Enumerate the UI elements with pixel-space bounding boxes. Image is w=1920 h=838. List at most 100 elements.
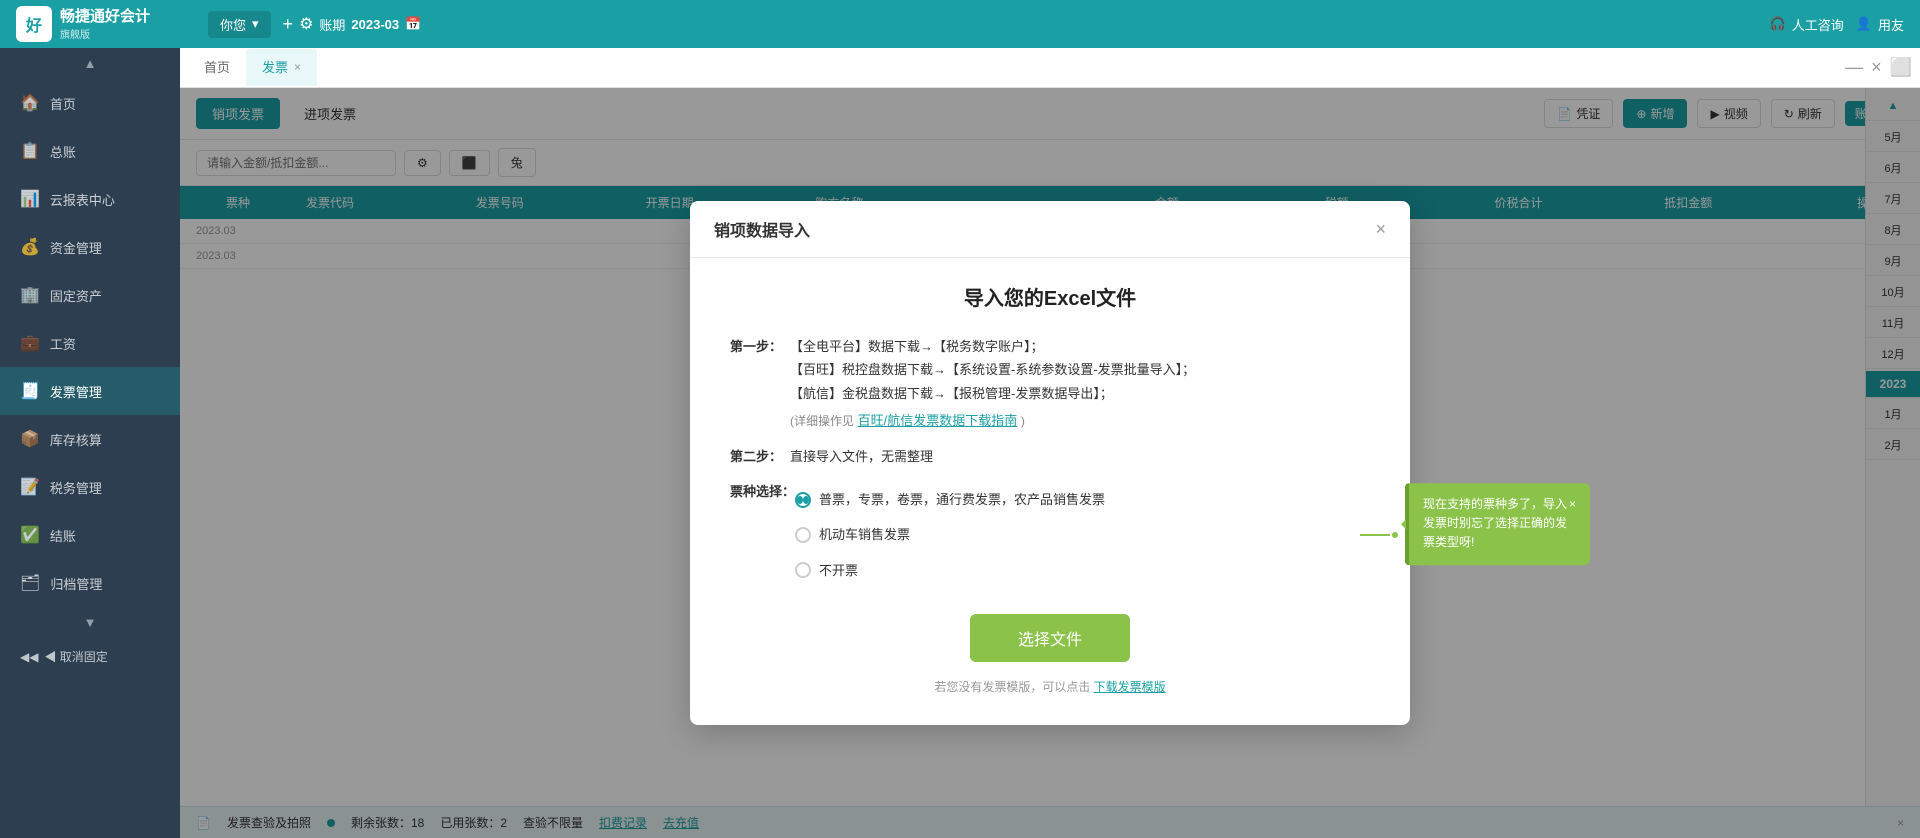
period-label: 账期 xyxy=(319,15,345,34)
radio-circle-1 xyxy=(795,492,811,508)
tab-home[interactable]: 首页 xyxy=(188,49,246,86)
sidebar-item-fund[interactable]: 💰 资金管理 xyxy=(0,223,180,271)
app-name: 畅捷通好会计 xyxy=(60,8,150,26)
radio-circle-3 xyxy=(795,562,811,578)
sidebar-item-inventory[interactable]: 📦 库存核算 xyxy=(0,415,180,463)
sidebar-label-tax: 税务管理 xyxy=(50,478,102,497)
radio-option-2[interactable]: 机动车销售发票 xyxy=(795,523,1370,546)
tab-invoice-label: 发票 xyxy=(262,57,288,76)
plus-icon[interactable]: + xyxy=(283,14,294,35)
period-value: 2023-03 xyxy=(351,17,399,32)
radio-group: 普票，专票，卷票，通行费发票，农产品销售发票 机动车销售发票 xyxy=(795,488,1370,582)
content-area: 首页 发票 × — × ⬜ 销项发票 进项发票 xyxy=(180,48,1920,838)
step2-row: 第二步： 直接导入文件，无需整理 xyxy=(730,445,1370,468)
radio-option-3[interactable]: 不开票 xyxy=(795,559,1370,582)
radio-label-3: 不开票 xyxy=(819,559,858,582)
window-maximize-icon[interactable]: ⬜ xyxy=(1890,57,1912,78)
download-template-link[interactable]: 下载发票模版 xyxy=(1094,680,1166,694)
dialog-close-btn[interactable]: × xyxy=(1375,220,1386,238)
radio-label-2: 机动车销售发票 xyxy=(819,523,910,546)
cancel-fixed-label: ◀ 取消固定 xyxy=(44,648,107,665)
logo-icon: 好 xyxy=(16,6,52,42)
window-close-icon[interactable]: × xyxy=(1871,57,1882,78)
step1-line3: 【航信】金税盘数据下载→【报税管理-发票数据导出】； xyxy=(790,382,1370,405)
tooltip-dot xyxy=(1390,530,1400,540)
sidebar-label-checkout: 结账 xyxy=(50,526,76,545)
tab-invoice[interactable]: 发票 × xyxy=(246,49,317,86)
logo-text-area: 畅捷通好会计 旗舰版 xyxy=(60,8,150,41)
sidebar-item-home[interactable]: 🏠 首页 xyxy=(0,79,180,127)
dialog-header: 销项数据导入 × xyxy=(690,201,1410,258)
footer-note-text: 若您没有发票模版，可以点击 xyxy=(934,680,1090,694)
step2-label: 第二步： xyxy=(730,445,790,468)
step1-label: 第一步： xyxy=(730,335,790,433)
radio-label-1: 普票，专票，卷票，通行费发票，农产品销售发票 xyxy=(819,488,1105,511)
user-label: 用友 xyxy=(1878,15,1904,34)
sidebar-item-invoice[interactable]: 🧾 发票管理 xyxy=(0,367,180,415)
user-area[interactable]: 👤 用友 xyxy=(1856,15,1904,34)
cancel-fixed-btn[interactable]: ◀◀ ◀ 取消固定 xyxy=(0,638,180,675)
sidebar-item-tax[interactable]: 📝 税务管理 xyxy=(0,463,180,511)
dialog-title: 销项数据导入 xyxy=(714,217,810,241)
ledger-icon: 📋 xyxy=(20,141,40,161)
step1-line2: 【百旺】税控盘数据下载→【系统设置-系统参数设置-发票批量导入】； xyxy=(790,358,1370,381)
dropdown-arrow-icon: ▾ xyxy=(252,16,259,32)
tooltip-bubble: × 现在支持的票种多了，导入发票时别忘了选择正确的发票类型呀! xyxy=(1405,483,1590,565)
radio-option-1[interactable]: 普票，专票，卷票，通行费发票，农产品销售发票 xyxy=(795,488,1370,511)
sidebar-label-home: 首页 xyxy=(50,94,76,113)
account-dropdown[interactable]: 你您 ▾ xyxy=(208,11,271,38)
sidebar-label-archive: 归档管理 xyxy=(50,574,102,593)
logo-area: 好 畅捷通好会计 旗舰版 xyxy=(16,6,196,42)
sidebar-item-fixed-assets[interactable]: 🏢 固定资产 xyxy=(0,271,180,319)
tab-invoice-close-icon[interactable]: × xyxy=(294,60,301,74)
user-icon: 👤 xyxy=(1856,16,1872,32)
sidebar-label-inventory: 库存核算 xyxy=(50,430,102,449)
salary-icon: 💼 xyxy=(20,333,40,353)
sidebar-label-invoice: 发票管理 xyxy=(50,382,102,401)
main-layout: ▲ 🏠 首页 📋 总账 📊 云报表中心 💰 资金管理 🏢 固定资产 💼 工资 🧾… xyxy=(0,48,1920,838)
archive-icon: 🗂 xyxy=(20,573,40,593)
top-right-area: 🎧 人工咨询 👤 用友 xyxy=(1770,15,1904,34)
sidebar-label-salary: 工资 xyxy=(50,334,76,353)
step1-note: (详细操作见 百旺/航信发票数据下载指南 ) xyxy=(790,409,1370,433)
sidebar-item-cloud-report[interactable]: 📊 云报表中心 xyxy=(0,175,180,223)
radio-circle-2 xyxy=(795,527,811,543)
ticket-label: 票种选择： xyxy=(730,480,795,503)
sidebar-item-archive[interactable]: 🗂 归档管理 xyxy=(0,559,180,607)
sidebar: ▲ 🏠 首页 📋 总账 📊 云报表中心 💰 资金管理 🏢 固定资产 💼 工资 🧾… xyxy=(0,48,180,838)
import-dialog: 销项数据导入 × 导入您的Excel文件 第一步： 【全电平台】数据下载→【税务… xyxy=(690,201,1410,725)
assets-icon: 🏢 xyxy=(20,285,40,305)
dialog-main-title: 导入您的Excel文件 xyxy=(730,282,1370,311)
invoice-icon: 🧾 xyxy=(20,381,40,401)
top-bar: 好 畅捷通好会计 旗舰版 你您 ▾ + ⚙ 账期 2023-03 📅 🎧 人工咨… xyxy=(0,0,1920,48)
sidebar-label-assets: 固定资产 xyxy=(50,286,102,305)
step1-line1: 【全电平台】数据下载→【税务数字账户】； xyxy=(790,335,1370,358)
app-edition: 旗舰版 xyxy=(60,26,150,41)
tax-icon: 📝 xyxy=(20,477,40,497)
window-minimize-icon[interactable]: — xyxy=(1845,57,1863,78)
sidebar-scroll-down[interactable]: ▼ xyxy=(0,607,180,638)
cancel-fixed-icon: ◀◀ xyxy=(20,650,38,664)
tooltip-arrow xyxy=(1396,519,1406,529)
step1-row: 第一步： 【全电平台】数据下载→【税务数字账户】； 【百旺】税控盘数据下载→【系… xyxy=(730,335,1370,433)
consult-btn[interactable]: 🎧 人工咨询 xyxy=(1770,15,1844,34)
step2-content: 直接导入文件，无需整理 xyxy=(790,445,1370,468)
headset-icon: 🎧 xyxy=(1770,16,1786,32)
dialog-footer-note: 若您没有发票模版，可以点击 下载发票模版 xyxy=(730,678,1370,695)
select-file-btn[interactable]: 选择文件 xyxy=(970,614,1130,662)
calendar-icon[interactable]: 📅 xyxy=(405,16,421,32)
tooltip-text: 现在支持的票种多了，导入发票时别忘了选择正确的发票类型呀! xyxy=(1423,497,1567,549)
tooltip-close-btn[interactable]: × xyxy=(1569,495,1576,514)
modal-overlay: 销项数据导入 × 导入您的Excel文件 第一步： 【全电平台】数据下载→【税务… xyxy=(180,88,1920,838)
sidebar-item-general-ledger[interactable]: 📋 总账 xyxy=(0,127,180,175)
fund-icon: 💰 xyxy=(20,237,40,257)
checkout-icon: ✅ xyxy=(20,525,40,545)
consult-label: 人工咨询 xyxy=(1792,15,1844,34)
step1-link[interactable]: 百旺/航信发票数据下载指南 xyxy=(858,413,1018,428)
sidebar-label-ledger: 总账 xyxy=(50,142,76,161)
account-name: 你您 xyxy=(220,15,246,34)
settings-icon[interactable]: ⚙ xyxy=(299,14,313,34)
sidebar-item-checkout[interactable]: ✅ 结账 xyxy=(0,511,180,559)
sidebar-scroll-up[interactable]: ▲ xyxy=(0,48,180,79)
sidebar-item-salary[interactable]: 💼 工资 xyxy=(0,319,180,367)
